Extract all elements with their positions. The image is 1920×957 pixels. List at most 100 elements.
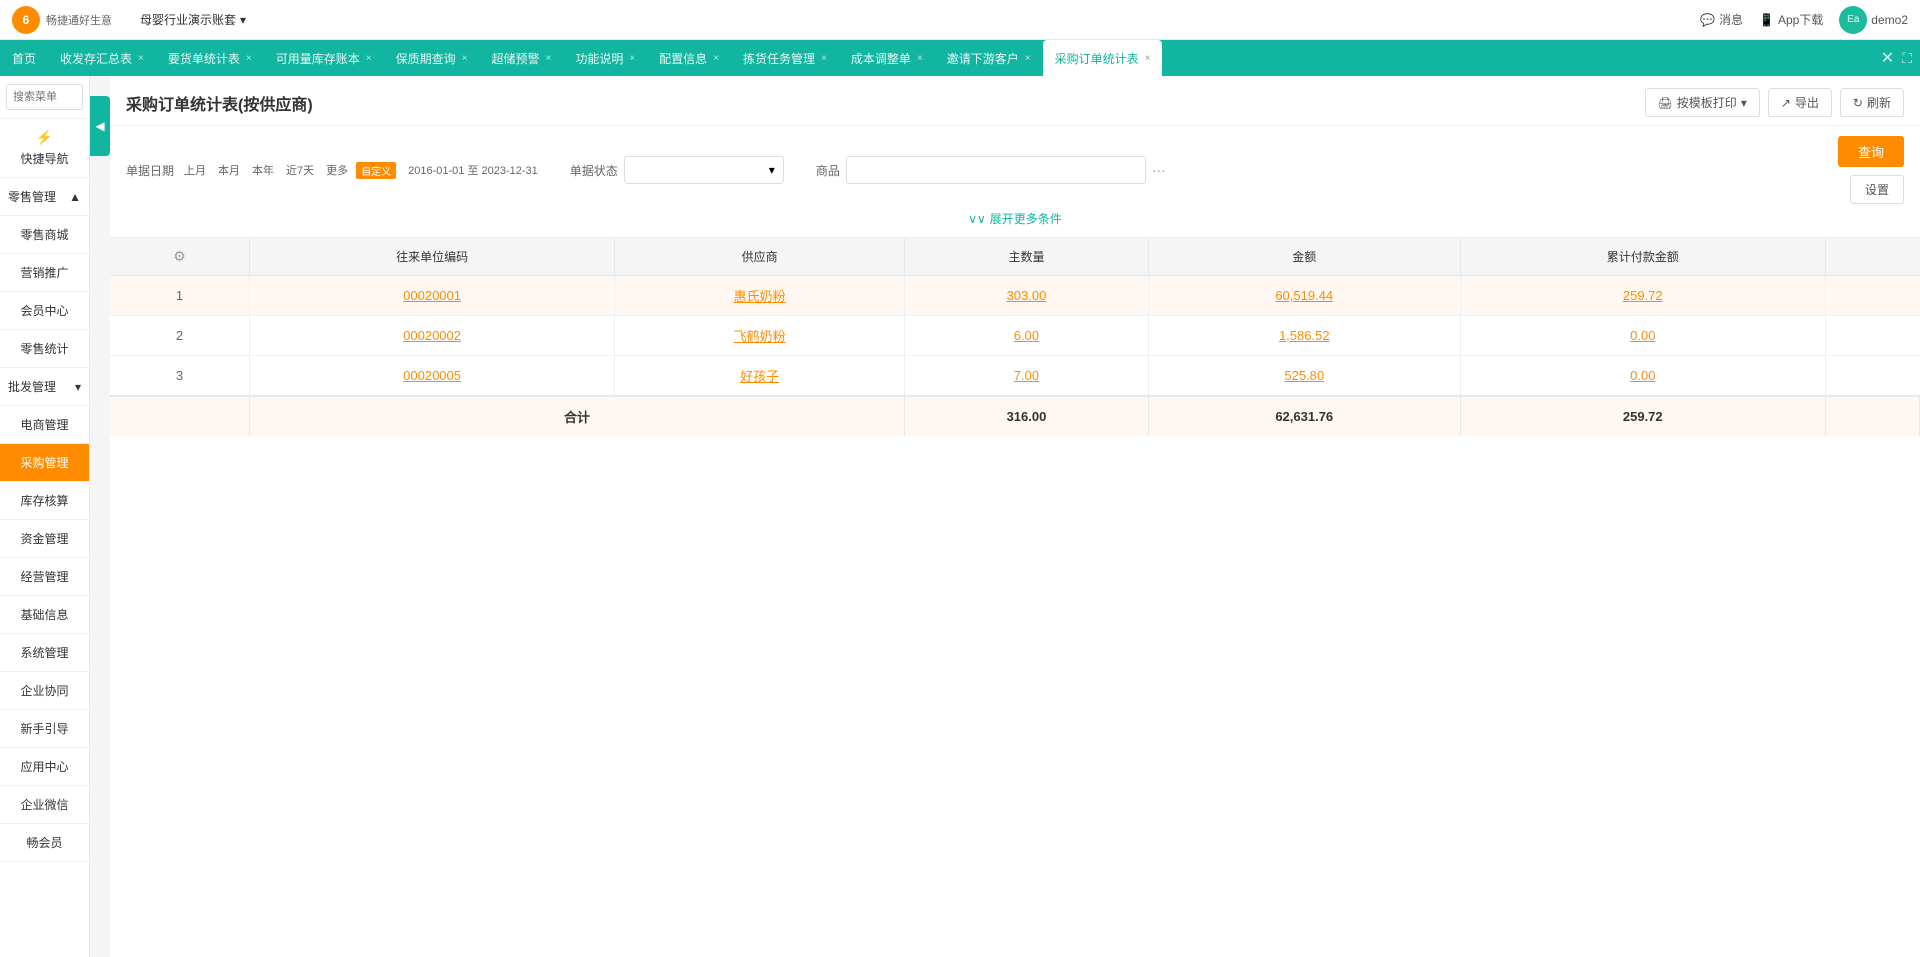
table-row: 1 00020001 惠氏奶粉 303.00 60,519.44 — [110, 276, 1920, 316]
close-tab-cost-adjust[interactable]: × — [917, 53, 923, 64]
more-options-btn[interactable]: ··· — [1152, 162, 1166, 178]
nav-icon: ⚡ — [36, 129, 53, 146]
sidebar-item-new-guide[interactable]: 新手引导 — [0, 710, 89, 747]
expand-more-btn[interactable]: ∨∨ 展开更多条件 — [126, 210, 1904, 227]
close-tab-order-stats[interactable]: × — [246, 53, 252, 64]
tab-order-stats[interactable]: 要货单统计表 × — [156, 40, 264, 76]
chevron-down-icon: ▾ — [769, 163, 775, 177]
row-3-paid-link[interactable]: 0.00 — [1630, 368, 1655, 383]
tab-available-stock[interactable]: 可用量库存账本 × — [264, 40, 384, 76]
sidebar-item-capital-mgmt[interactable]: 资金管理 — [0, 520, 89, 557]
close-tab-invite-downstream[interactable]: × — [1025, 53, 1031, 64]
column-settings-icon[interactable]: ⚙ — [173, 248, 186, 264]
export-btn[interactable]: ↗ 导出 — [1768, 88, 1832, 117]
row-1-supplier: 惠氏奶粉 — [615, 276, 905, 316]
sidebar-item-ops-mgmt[interactable]: 经营管理 — [0, 558, 89, 595]
tab-config-info[interactable]: 配置信息 × — [647, 40, 731, 76]
filter-area: 单据日期 上月 本月 本年 近7天 更多 自定义 2016-01-01 至 20… — [110, 126, 1920, 238]
row-2-paid-link[interactable]: 0.00 — [1630, 328, 1655, 343]
close-tab-collect-send[interactable]: × — [138, 53, 144, 64]
sidebar-item-member-center[interactable]: 会员中心 — [0, 292, 89, 329]
row-1-paid: 259.72 — [1460, 276, 1825, 316]
nav-expand-btn[interactable]: ⛶ — [1902, 50, 1912, 67]
close-tab-overstock-warning[interactable]: × — [545, 53, 551, 64]
sidebar-item-retail-mgmt[interactable]: 零售管理 ▲ — [0, 178, 89, 215]
tab-picking-task[interactable]: 拣货任务管理 × — [731, 40, 839, 76]
row-3-qty-link[interactable]: 7.00 — [1014, 368, 1039, 383]
goods-input[interactable] — [846, 156, 1146, 184]
sidebar-item-quick-nav[interactable]: ⚡ 快捷导航 — [0, 119, 89, 177]
date-shortcut-7days[interactable]: 近7天 — [282, 160, 318, 180]
row-1-supplier-link[interactable]: 惠氏奶粉 — [734, 289, 786, 304]
sidebar-section-marketing: 营销推广 — [0, 254, 89, 292]
footer-paid: 259.72 — [1460, 396, 1825, 436]
workspace-selector[interactable]: 母婴行业演示账套 ▾ — [140, 11, 246, 28]
sidebar-section-wholesale: 批发管理 ▾ — [0, 368, 89, 406]
tab-purchase-stats[interactable]: 采购订单统计表 × — [1043, 40, 1163, 76]
refresh-btn[interactable]: ↻ 刷新 — [1840, 88, 1904, 117]
row-3-code-link[interactable]: 00020005 — [403, 368, 461, 383]
row-1-paid-link[interactable]: 259.72 — [1623, 288, 1663, 303]
app-download-btn[interactable]: 📱 App下载 — [1759, 11, 1823, 28]
close-tab-function-desc[interactable]: × — [629, 53, 635, 64]
close-tab-picking-task[interactable]: × — [821, 53, 827, 64]
printer-icon: 🖨 — [1658, 96, 1673, 110]
sidebar-collapse-btn[interactable]: ◀ — [90, 96, 110, 156]
sidebar-item-wholesale-mgmt[interactable]: 批发管理 ▾ — [0, 368, 89, 405]
date-shortcut-last-month[interactable]: 上月 — [180, 160, 210, 180]
tab-collect-send[interactable]: 收发存汇总表 × — [48, 40, 156, 76]
goods-label: 商品 — [816, 162, 840, 179]
tab-invite-downstream[interactable]: 邀请下游客户 × — [935, 40, 1043, 76]
sidebar-item-inventory-check[interactable]: 库存核算 — [0, 482, 89, 519]
sidebar-item-purchase-mgmt[interactable]: 采购管理 — [0, 444, 89, 481]
row-2-qty: 6.00 — [905, 316, 1149, 356]
close-tab-expiry-query[interactable]: × — [462, 53, 468, 64]
row-2-supplier-link[interactable]: 飞鹤奶粉 — [734, 329, 786, 344]
tab-overstock-warning[interactable]: 超储预警 × — [479, 40, 563, 76]
tab-function-desc[interactable]: 功能说明 × — [563, 40, 647, 76]
nav-close-all-btn[interactable]: ✕ — [1881, 48, 1894, 68]
close-tab-purchase-stats[interactable]: × — [1145, 53, 1151, 64]
user-area[interactable]: Ea demo2 — [1839, 6, 1908, 34]
message-btn[interactable]: 💬 消息 — [1700, 11, 1743, 28]
sidebar-section-basic-info: 基础信息 — [0, 596, 89, 634]
template-print-btn[interactable]: 🖨 按模板打印 ▾ — [1645, 88, 1760, 117]
date-shortcut-this-year[interactable]: 本年 — [248, 160, 278, 180]
sidebar-section-inventory: 库存核算 — [0, 482, 89, 520]
sidebar-item-system-mgmt[interactable]: 系统管理 — [0, 634, 89, 671]
filter-settings-btn[interactable]: 设置 — [1850, 175, 1904, 204]
search-input[interactable] — [6, 84, 83, 110]
sidebar-item-enterprise-collab[interactable]: 企业协同 — [0, 672, 89, 709]
sidebar-item-ecommerce-mgmt[interactable]: 电商管理 — [0, 406, 89, 443]
status-select[interactable]: ▾ — [624, 156, 784, 184]
page-title: 采购订单统计表(按供应商) — [126, 91, 313, 115]
row-1-amount-link[interactable]: 60,519.44 — [1275, 288, 1333, 303]
row-2-amount-link[interactable]: 1,586.52 — [1279, 328, 1330, 343]
sidebar-item-retail-stats[interactable]: 零售统计 — [0, 330, 89, 367]
sidebar-search-area — [0, 76, 89, 119]
row-2-qty-link[interactable]: 6.00 — [1014, 328, 1039, 343]
tab-expiry-query[interactable]: 保质期查询 × — [384, 40, 480, 76]
sidebar-item-enterprise-wechat[interactable]: 企业微信 — [0, 786, 89, 823]
col-qty-header: 主数量 — [905, 238, 1149, 276]
sidebar-item-retail-mall[interactable]: 零售商城 — [0, 216, 89, 253]
row-1-qty-link[interactable]: 303.00 — [1007, 288, 1047, 303]
tab-cost-adjust[interactable]: 成本调整单 × — [839, 40, 935, 76]
tab-home[interactable]: 首页 — [0, 40, 48, 76]
row-1-qty: 303.00 — [905, 276, 1149, 316]
row-1-code-link[interactable]: 00020001 — [403, 288, 461, 303]
date-shortcut-more[interactable]: 更多 — [322, 160, 352, 180]
footer-empty-2 — [1825, 396, 1919, 436]
sidebar-item-basic-info[interactable]: 基础信息 — [0, 596, 89, 633]
sidebar-item-member-vip[interactable]: 畅会员 — [0, 824, 89, 861]
date-shortcut-this-month[interactable]: 本月 — [214, 160, 244, 180]
row-3-no: 3 — [110, 356, 250, 397]
row-2-code-link[interactable]: 00020002 — [403, 328, 461, 343]
sidebar-item-app-center[interactable]: 应用中心 — [0, 748, 89, 785]
row-3-supplier-link[interactable]: 好孩子 — [740, 369, 779, 384]
query-btn[interactable]: 查询 — [1838, 136, 1904, 167]
close-tab-config-info[interactable]: × — [713, 53, 719, 64]
sidebar-item-marketing[interactable]: 营销推广 — [0, 254, 89, 291]
row-3-amount-link[interactable]: 525.80 — [1284, 368, 1324, 383]
close-tab-available-stock[interactable]: × — [366, 53, 372, 64]
